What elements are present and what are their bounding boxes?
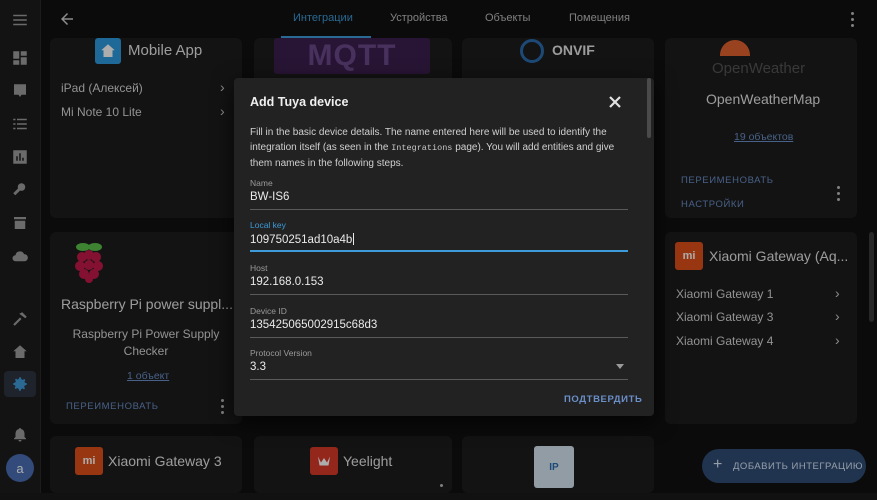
host-field[interactable]: Host 192.168.0.153 <box>250 263 628 297</box>
field-value[interactable]: BW-IS6 <box>250 191 289 203</box>
field-underline <box>250 250 628 252</box>
device-id-field[interactable]: Device ID 135425065002915c68d3 <box>250 306 628 340</box>
field-value[interactable]: 109750251ad10a4b <box>250 234 352 246</box>
description-code: Integrations <box>391 143 453 153</box>
field-value[interactable]: 3.3 <box>250 361 266 373</box>
dropdown-arrow-icon[interactable] <box>616 364 624 369</box>
dialog-title: Add Tuya device <box>250 95 349 109</box>
dialog-scrollbar[interactable] <box>647 78 651 138</box>
field-label: Name <box>250 178 273 188</box>
name-field[interactable]: Name BW-IS6 <box>250 178 628 212</box>
field-underline <box>250 337 628 338</box>
field-label: Host <box>250 263 268 273</box>
text-cursor <box>353 233 355 245</box>
field-underline <box>250 379 628 380</box>
field-label: Local key <box>250 220 286 230</box>
field-label: Protocol Version <box>250 348 312 358</box>
field-underline <box>250 209 628 210</box>
field-label: Device ID <box>250 306 287 316</box>
local-key-field[interactable]: Local key 109750251ad10a4b <box>250 220 628 254</box>
field-value[interactable]: 192.168.0.153 <box>250 276 324 288</box>
dialog-description: Fill in the basic device details. The na… <box>250 125 630 171</box>
field-value-wrap[interactable]: 109750251ad10a4b <box>250 233 355 246</box>
protocol-version-select[interactable]: Protocol Version 3.3 <box>250 348 628 382</box>
submit-button[interactable]: ПОДТВЕРДИТЬ <box>564 394 642 405</box>
close-icon[interactable] <box>608 95 624 111</box>
add-tuya-dialog: Add Tuya device Fill in the basic device… <box>234 78 654 416</box>
field-value[interactable]: 135425065002915c68d3 <box>250 319 377 331</box>
field-underline <box>250 294 628 295</box>
